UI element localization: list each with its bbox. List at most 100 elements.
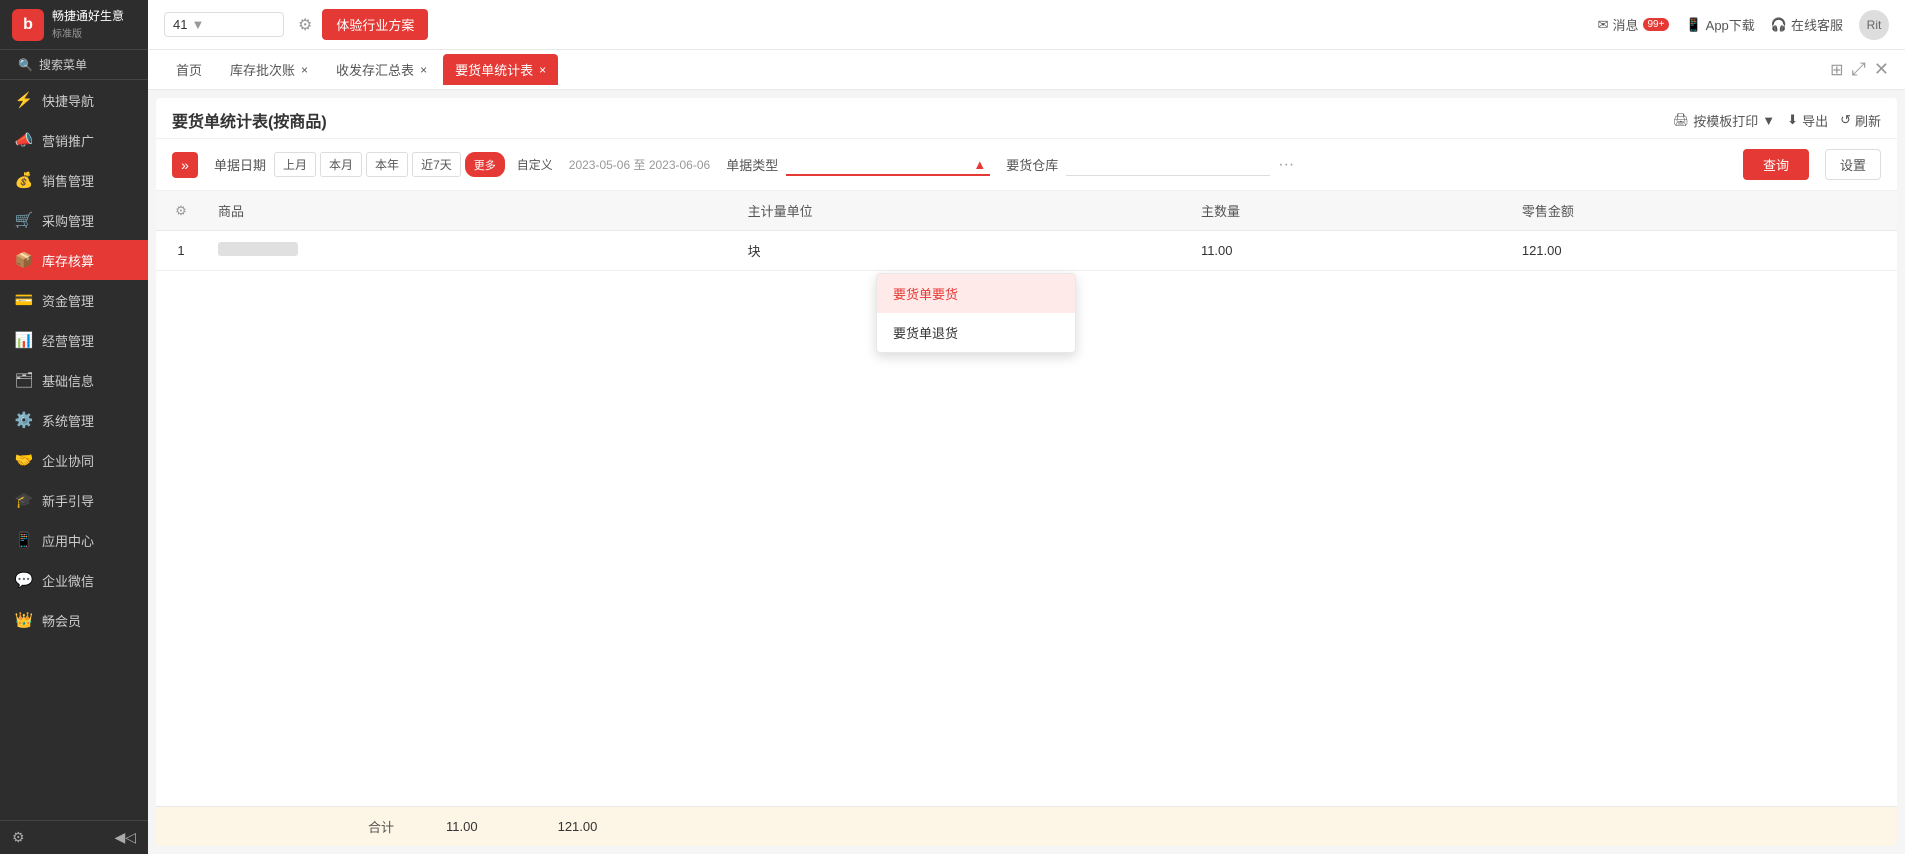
- export-action[interactable]: ⬇ 导出: [1787, 111, 1828, 130]
- tab-order-summary[interactable]: 要货单统计表 ×: [443, 54, 558, 85]
- system-icon: ⚙️: [14, 410, 34, 430]
- date-btn-last7days[interactable]: 近7天: [412, 152, 461, 177]
- date-range-display: 2023-05-06 至 2023-06-06: [569, 156, 710, 173]
- topbar: 41 ▼ ⚙ 体验行业方案 ✉ 消息 99+ 📱 App下载 🎧 在线客服 Ri…: [148, 0, 1905, 50]
- table-settings-icon[interactable]: ⚙: [175, 203, 187, 218]
- sidebar-search[interactable]: 🔍 搜索菜单: [0, 50, 148, 80]
- marketing-icon: 📣: [14, 130, 34, 150]
- inventory-icon: 📦: [14, 250, 34, 270]
- cooperation-icon: 🤝: [14, 450, 34, 470]
- date-filter-label: 单据日期: [214, 155, 266, 174]
- sidebar-item-marketing[interactable]: 📣 营销推广: [0, 120, 148, 160]
- message-item[interactable]: ✉ 消息 99+: [1598, 15, 1670, 34]
- window-close-icon[interactable]: ✕: [1874, 59, 1889, 80]
- print-icon: 🖨: [1673, 112, 1690, 128]
- topbar-left: 41 ▼ ⚙ 体验行业方案: [164, 9, 428, 40]
- sidebar-item-sales[interactable]: 💰 销售管理: [0, 160, 148, 200]
- quick-nav-icon: ⚡: [14, 90, 34, 110]
- date-range-buttons: 上月 本月 本年 近7天 更多 自定义: [274, 152, 561, 177]
- dropdown-option-purchase-order[interactable]: 要货单要货: [877, 274, 1075, 313]
- tab-close-batch-account[interactable]: ×: [301, 63, 308, 77]
- app-download-icon: 📱: [1685, 17, 1701, 33]
- cell-product: [206, 231, 736, 271]
- store-dropdown-arrow: ▼: [191, 17, 204, 32]
- tab-close-receive-summary[interactable]: ×: [420, 63, 427, 77]
- sidebar-settings-btn[interactable]: ⚙: [12, 829, 25, 846]
- page-header-actions: 🖨 按模板打印 ▼ ⬇ 导出 ↺ 刷新: [1673, 111, 1881, 130]
- sidebar-item-system[interactable]: ⚙️ 系统管理: [0, 400, 148, 440]
- store-selector[interactable]: 41 ▼: [164, 12, 284, 37]
- purchase-icon: 🛒: [14, 210, 34, 230]
- finance-icon: 💳: [14, 290, 34, 310]
- user-avatar[interactable]: Rit: [1859, 10, 1889, 40]
- tab-receive-summary[interactable]: 收发存汇总表 ×: [324, 54, 439, 85]
- app-download-item[interactable]: 📱 App下载: [1685, 15, 1754, 34]
- type-dropdown: 要货单要货 要货单退货: [876, 273, 1076, 353]
- col-header-quantity: 主数量: [1189, 191, 1510, 231]
- table-row: 1 块 11.00 121.00: [156, 231, 1897, 271]
- footer-label: 合计: [168, 817, 406, 836]
- export-icon: ⬇: [1787, 112, 1798, 128]
- cell-index: 1: [156, 231, 206, 271]
- sidebar-item-cooperation[interactable]: 🤝 企业协同: [0, 440, 148, 480]
- sidebar-item-purchase[interactable]: 🛒 采购管理: [0, 200, 148, 240]
- type-select-arrow[interactable]: ▲: [973, 157, 986, 172]
- operations-icon: 📊: [14, 330, 34, 350]
- type-filter-group: 单据类型 ▲: [726, 153, 990, 176]
- guide-icon: 🎓: [14, 490, 34, 510]
- date-btn-last-month[interactable]: 上月: [274, 152, 316, 177]
- sidebar-collapse-btn[interactable]: ◀◁: [114, 829, 136, 846]
- trial-btn[interactable]: 体验行业方案: [322, 9, 428, 40]
- date-btn-this-month[interactable]: 本月: [320, 152, 362, 177]
- col-header-amount: 零售金额: [1510, 191, 1897, 231]
- print-action[interactable]: 🖨 按模板打印 ▼: [1673, 111, 1775, 130]
- sidebar-item-guide[interactable]: 🎓 新手引导: [0, 480, 148, 520]
- warehouse-filter-label: 要货仓库: [1006, 155, 1058, 174]
- cell-quantity: 11.00: [1189, 231, 1510, 271]
- date-btn-custom[interactable]: 自定义: [509, 152, 561, 177]
- sidebar-item-basic-info[interactable]: 🗂 基础信息: [0, 360, 148, 400]
- dropdown-option-return-order[interactable]: 要货单退货: [877, 313, 1075, 352]
- sidebar-item-wecom[interactable]: 💬 企业微信: [0, 560, 148, 600]
- sidebar-item-quick-nav[interactable]: ⚡ 快捷导航: [0, 80, 148, 120]
- warehouse-input[interactable]: [1066, 154, 1270, 176]
- page-header: 要货单统计表(按商品) 🖨 按模板打印 ▼ ⬇ 导出 ↺ 刷新: [156, 98, 1897, 139]
- date-btn-this-year[interactable]: 本年: [366, 152, 408, 177]
- query-btn[interactable]: 查询: [1743, 149, 1809, 180]
- data-table: ⚙ 商品 主计量单位 主数量 零售金额 1 块: [156, 191, 1897, 271]
- sidebar-item-inventory[interactable]: 📦 库存核算: [0, 240, 148, 280]
- refresh-action[interactable]: ↺ 刷新: [1840, 111, 1881, 130]
- message-badge: 99+: [1643, 18, 1670, 31]
- tab-batch-account[interactable]: 库存批次账 ×: [218, 54, 320, 85]
- sidebar: b 畅捷通好生意 标准版 🔍 搜索菜单 ⚡ 快捷导航 📣 营销推广 💰 销售管理…: [0, 0, 148, 854]
- cell-unit: 块: [736, 231, 1189, 271]
- sidebar-item-finance[interactable]: 💳 资金管理: [0, 280, 148, 320]
- warehouse-filter-group: 要货仓库 ···: [1006, 154, 1294, 176]
- filter-settings-btn[interactable]: 设置: [1825, 149, 1881, 180]
- type-select-wrapper: ▲: [786, 153, 990, 176]
- cell-amount: 121.00: [1510, 231, 1897, 271]
- warehouse-more-icon[interactable]: ···: [1278, 156, 1294, 174]
- topbar-gear-icon[interactable]: ⚙: [298, 15, 312, 35]
- sidebar-item-vip[interactable]: 👑 畅会员: [0, 600, 148, 640]
- sales-icon: 💰: [14, 170, 34, 190]
- sidebar-logo: b 畅捷通好生意 标准版: [0, 0, 148, 50]
- footer-quantity: 11.00: [406, 819, 518, 834]
- col-header-unit: 主计量单位: [736, 191, 1189, 231]
- filter-expand-btn[interactable]: »: [172, 152, 198, 178]
- app-logo-text: 畅捷通好生意 标准版: [52, 9, 124, 40]
- tab-close-order-summary[interactable]: ×: [539, 63, 546, 77]
- window-expand-icon[interactable]: ⤢: [1852, 59, 1866, 80]
- sidebar-item-operations[interactable]: 📊 经营管理: [0, 320, 148, 360]
- sidebar-navigation: ⚡ 快捷导航 📣 营销推广 💰 销售管理 🛒 采购管理 📦 库存核算 💳 资金管…: [0, 80, 148, 820]
- online-service-item[interactable]: 🎧 在线客服: [1771, 15, 1843, 34]
- tab-expand-btn[interactable]: ⊞: [1830, 60, 1843, 80]
- refresh-icon: ↺: [1840, 112, 1851, 128]
- date-btn-more[interactable]: 更多: [465, 152, 505, 177]
- print-dropdown-arrow: ▼: [1762, 113, 1775, 128]
- topbar-right: ✉ 消息 99+ 📱 App下载 🎧 在线客服 Rit: [1598, 10, 1889, 40]
- table-footer: 合计 11.00 121.00: [156, 806, 1897, 846]
- type-select-input[interactable]: [786, 153, 990, 176]
- sidebar-item-app-center[interactable]: 📱 应用中心: [0, 520, 148, 560]
- tab-home[interactable]: 首页: [164, 54, 214, 85]
